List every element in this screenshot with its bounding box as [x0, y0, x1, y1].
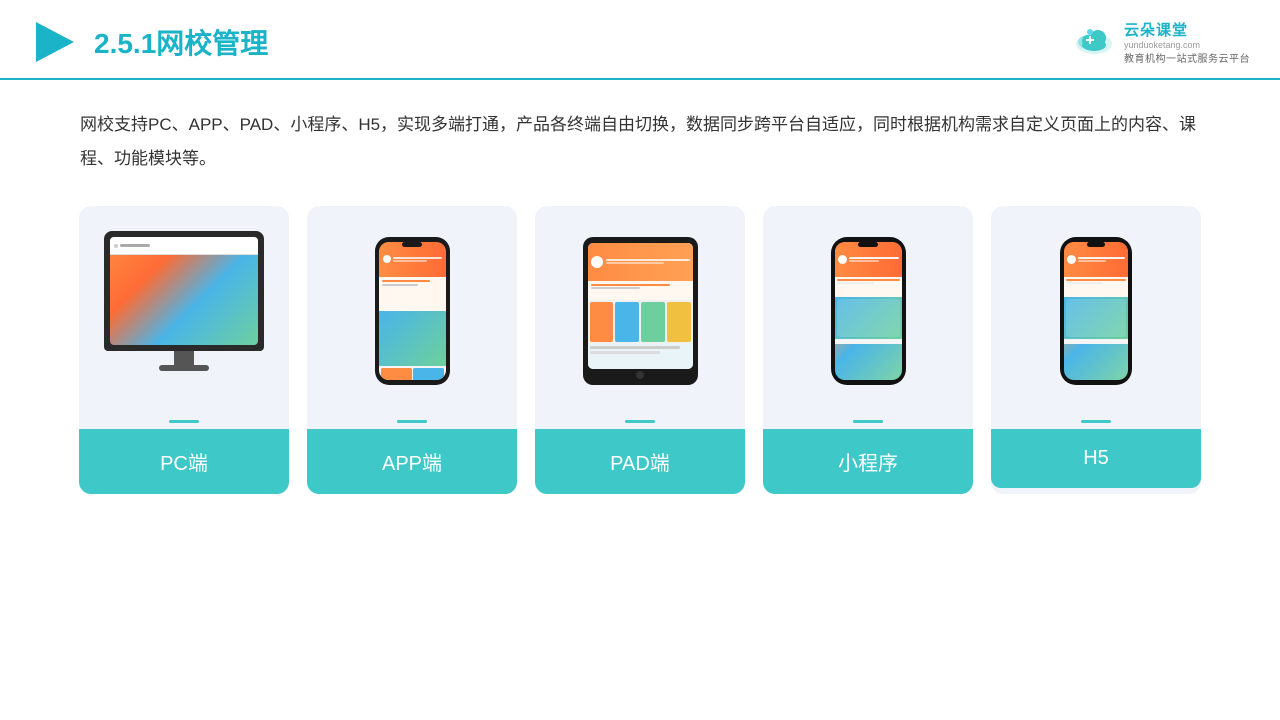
card-pad-label: PAD端 — [535, 429, 745, 494]
phone-screen — [379, 242, 446, 380]
card-miniapp-label: 小程序 — [763, 429, 973, 494]
title-number: 2.5.1 — [94, 28, 156, 59]
card-bar — [1081, 420, 1111, 423]
logo-url: yunduoketang.com — [1124, 40, 1250, 50]
h5-phone-icon — [1060, 237, 1132, 385]
card-pad-image — [535, 206, 745, 416]
cards-container: PC端 — [0, 186, 1280, 524]
card-bar — [853, 420, 883, 423]
header-left: 2.5.1网校管理 — [30, 18, 268, 66]
card-pc-image — [79, 206, 289, 416]
card-bar — [625, 420, 655, 423]
pad-tablet-icon — [583, 237, 698, 385]
app-phone-icon — [375, 237, 450, 385]
card-app: APP端 — [307, 206, 517, 494]
play-icon — [30, 18, 78, 66]
logo-area: 云朵课堂 yunduoketang.com 教育机构一站式服务云平台 — [1072, 19, 1250, 65]
page-title: 2.5.1网校管理 — [94, 22, 268, 62]
description-paragraph: 网校支持PC、APP、PAD、小程序、H5，实现多端打通，产品各终端自由切换，数… — [80, 108, 1200, 176]
card-pc-label: PC端 — [79, 429, 289, 494]
header: 2.5.1网校管理 云朵课堂 yunduoketang.com 教育机构一站式服… — [0, 0, 1280, 80]
card-h5: H5 — [991, 206, 1201, 494]
phone-notch — [402, 242, 422, 247]
logo-tagline: 教育机构一站式服务云平台 — [1124, 50, 1250, 65]
card-bar — [397, 420, 427, 423]
logo-cloud-icon — [1072, 24, 1116, 60]
miniapp-phone-icon — [831, 237, 906, 385]
phone-notch-2 — [858, 242, 878, 247]
card-pad: PAD端 — [535, 206, 745, 494]
card-miniapp-image — [763, 206, 973, 416]
card-h5-label: H5 — [991, 429, 1201, 488]
logo-text: 云朵课堂 yunduoketang.com 教育机构一站式服务云平台 — [1124, 19, 1250, 65]
card-app-image — [307, 206, 517, 416]
title-text: 网校管理 — [156, 28, 268, 59]
card-h5-image — [991, 206, 1201, 416]
tablet-home-button — [636, 371, 644, 379]
card-miniapp: 小程序 — [763, 206, 973, 494]
pc-monitor-icon — [99, 231, 269, 391]
description-text: 网校支持PC、APP、PAD、小程序、H5，实现多端打通，产品各终端自由切换，数… — [0, 80, 1280, 186]
card-app-label: APP端 — [307, 429, 517, 494]
card-pc: PC端 — [79, 206, 289, 494]
card-bar — [169, 420, 199, 423]
tablet-screen — [588, 243, 693, 369]
logo-name: 云朵课堂 — [1124, 19, 1250, 40]
tablet-screen-inner — [588, 243, 693, 369]
